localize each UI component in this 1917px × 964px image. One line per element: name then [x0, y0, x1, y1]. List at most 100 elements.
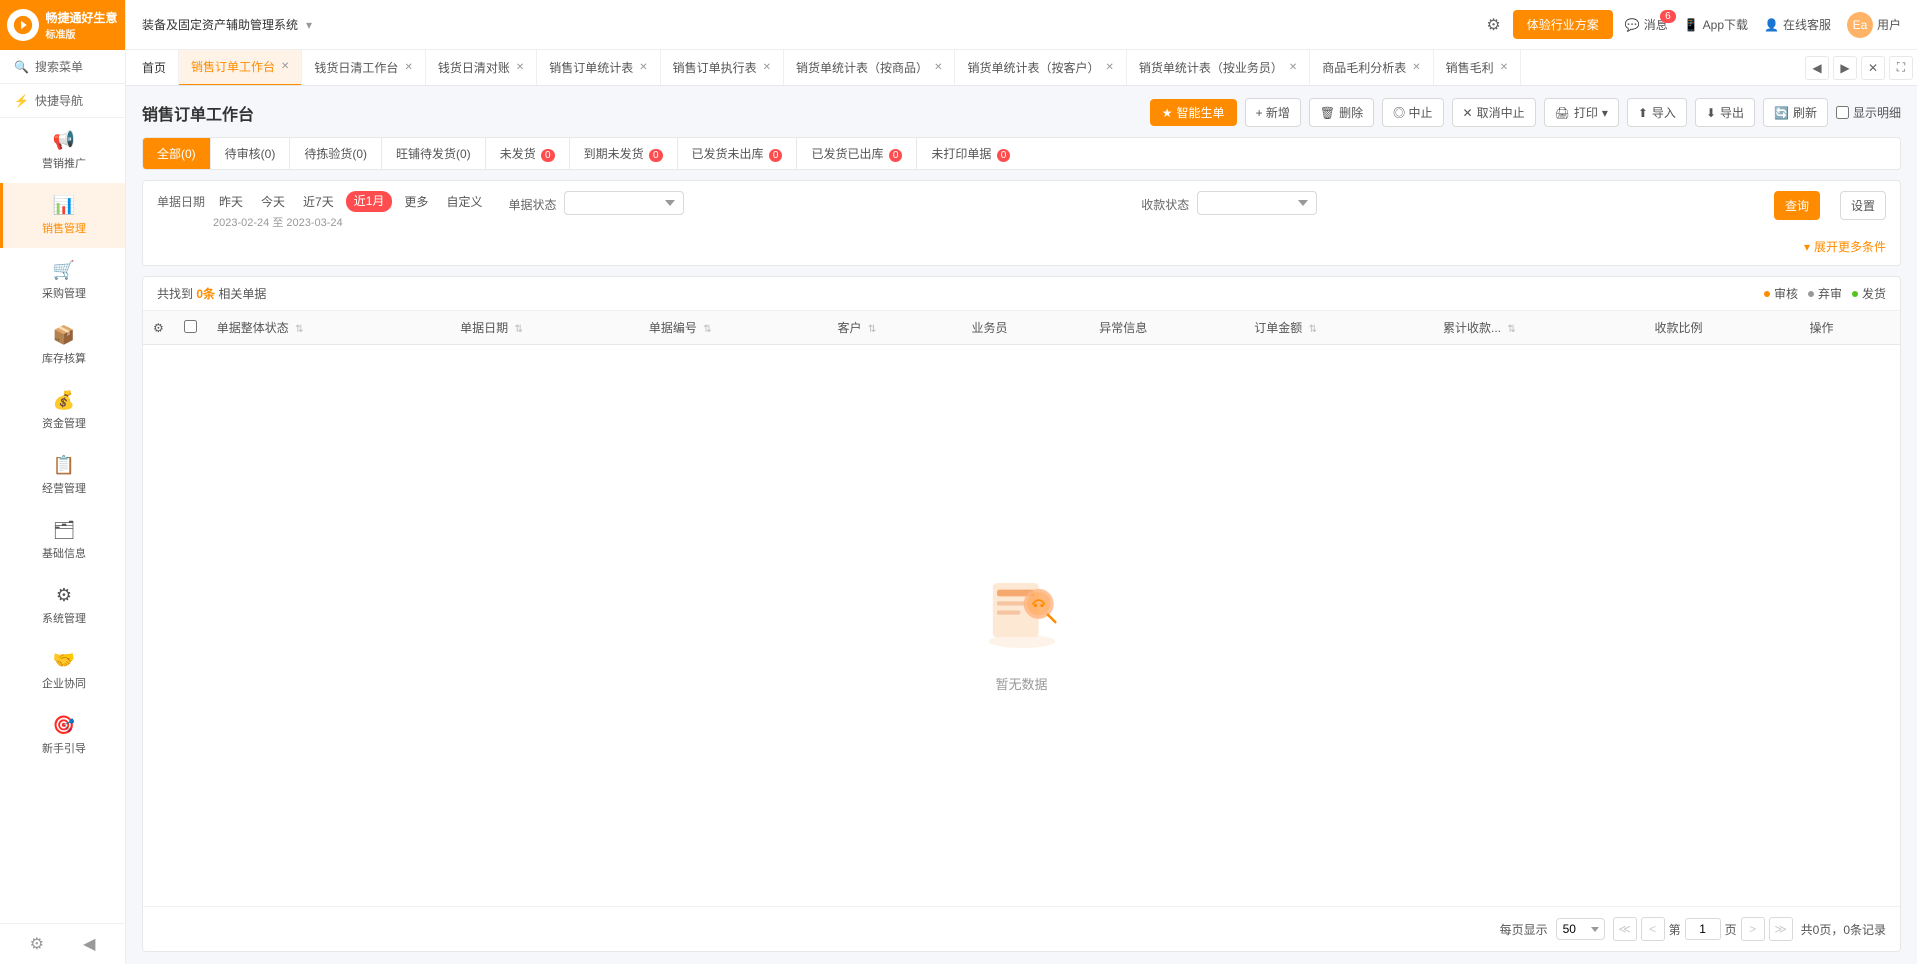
- show-detail-checkbox[interactable]: [1836, 106, 1849, 119]
- query-button[interactable]: 查询: [1774, 191, 1820, 220]
- header-settings-icon[interactable]: ⚙: [1486, 15, 1500, 35]
- sub-tab-pending-inspection[interactable]: 待拣验货(0): [290, 138, 382, 169]
- cancel-stop-button[interactable]: ✕ 取消中止: [1452, 98, 1536, 127]
- pagination-prev-button[interactable]: <: [1641, 917, 1665, 941]
- smart-create-button[interactable]: ★ 智能生单: [1150, 99, 1237, 126]
- sidebar-search-item[interactable]: 🔍 搜索菜单: [0, 50, 125, 84]
- pagination-page-input[interactable]: [1685, 918, 1721, 940]
- show-detail-checkbox-label[interactable]: 显示明细: [1836, 104, 1901, 121]
- filter-option-yesterday[interactable]: 昨天: [213, 191, 249, 212]
- online-service-button[interactable]: 👤 在线客服: [1764, 16, 1831, 33]
- tab-summary-product[interactable]: 销货单统计表（按商品） ✕: [784, 50, 955, 86]
- tab-close-summary-customer[interactable]: ✕: [1105, 62, 1113, 73]
- sidebar-item-finance[interactable]: 💰 资金管理: [0, 378, 125, 443]
- tab-summary-staff[interactable]: 销货单统计表（按业务员） ✕: [1127, 50, 1310, 86]
- sidebar-item-basic[interactable]: 🗂 基础信息: [0, 508, 125, 573]
- delete-button[interactable]: 🗑 删除: [1309, 98, 1374, 127]
- sort-date-icon[interactable]: ⇅: [515, 324, 523, 335]
- sub-tab-shipped-warehoused[interactable]: 已发货已出库 0: [797, 138, 917, 169]
- tab-home[interactable]: 首页: [130, 50, 179, 86]
- settings-filter-button[interactable]: 设置: [1840, 191, 1886, 220]
- filter-option-7days[interactable]: 近7天: [297, 191, 340, 212]
- tab-scroll-right-button[interactable]: ▶: [1833, 56, 1857, 80]
- filter-option-custom[interactable]: 自定义: [440, 191, 488, 212]
- expand-more-button[interactable]: ▾ 展开更多条件: [1804, 238, 1886, 255]
- filter-option-1month[interactable]: 近1月: [346, 191, 393, 212]
- tab-overflow-controls: ◀ ▶ ✕ ⛶: [1805, 56, 1913, 80]
- filter-status-select[interactable]: [564, 191, 684, 215]
- sub-tab-not-shipped[interactable]: 未发货 0: [486, 138, 570, 169]
- sidebar-item-purchase[interactable]: 🛒 采购管理: [0, 248, 125, 313]
- sidebar-settings-button[interactable]: ⚙: [30, 934, 44, 954]
- tab-maximize-button[interactable]: ⛶: [1889, 56, 1913, 80]
- sub-tab-pending-review[interactable]: 待审核(0): [211, 138, 291, 169]
- tab-close-summary-product[interactable]: ✕: [934, 62, 942, 73]
- tab-summary-customer-label: 销货单统计表（按客户）: [967, 59, 1099, 76]
- tab-cash-clear[interactable]: 钱货日清工作台 ✕: [302, 50, 425, 86]
- stop-button[interactable]: ◎ 中止: [1382, 98, 1443, 127]
- per-page-select[interactable]: 50 20 100 200: [1556, 918, 1605, 940]
- tab-sales-stats[interactable]: 销售订单统计表 ✕: [537, 50, 660, 86]
- export-button[interactable]: ⬇ 导出: [1695, 98, 1755, 127]
- filter-option-more[interactable]: 更多: [398, 191, 434, 212]
- tab-close-cash-clear[interactable]: ✕: [404, 62, 412, 73]
- pagination-next-button[interactable]: >: [1741, 917, 1765, 941]
- tab-margin[interactable]: 商品毛利分析表 ✕: [1310, 50, 1433, 86]
- sidebar-quick-nav[interactable]: ⚡ 快捷导航: [0, 84, 125, 118]
- pagination-first-button[interactable]: ≪: [1613, 917, 1637, 941]
- tab-sales-workbench[interactable]: 销售订单工作台 ✕: [179, 50, 302, 86]
- sort-status-icon[interactable]: ⇅: [295, 324, 303, 335]
- tab-close-all-button[interactable]: ✕: [1861, 56, 1885, 80]
- sidebar-item-system[interactable]: ⚙ 系统管理: [0, 573, 125, 638]
- add-button[interactable]: + 新增: [1245, 98, 1301, 127]
- sort-number-icon[interactable]: ⇅: [703, 324, 711, 335]
- operations-icon: 📋: [53, 455, 75, 476]
- filter-option-today[interactable]: 今天: [255, 191, 291, 212]
- tab-sales-more[interactable]: 销售毛利 ✕: [1434, 50, 1521, 86]
- sidebar-item-guide[interactable]: 🎯 新手引导: [0, 703, 125, 768]
- col-settings[interactable]: ⚙: [143, 311, 174, 345]
- col-checkbox[interactable]: [174, 311, 207, 345]
- tab-close-sales-more[interactable]: ✕: [1500, 62, 1508, 73]
- sidebar-item-inventory[interactable]: 📦 库存核算: [0, 313, 125, 378]
- tab-close-sales-stats[interactable]: ✕: [639, 62, 647, 73]
- sub-tab-all[interactable]: 全部(0): [143, 138, 211, 169]
- filter-payment-select[interactable]: [1197, 191, 1317, 215]
- system-title-dropdown-icon[interactable]: ▾: [306, 18, 312, 32]
- sort-amount-icon[interactable]: ⇅: [1309, 324, 1317, 335]
- sub-tab-overdue-not-shipped[interactable]: 到期未发货 0: [570, 138, 678, 169]
- tab-close-summary-staff[interactable]: ✕: [1289, 62, 1297, 73]
- select-all-checkbox[interactable]: [184, 320, 197, 333]
- import-button[interactable]: ⬆ 导入: [1627, 98, 1687, 127]
- print-button[interactable]: 🖨 打印 ▾: [1544, 98, 1619, 127]
- sidebar-item-operations[interactable]: 📋 经营管理: [0, 443, 125, 508]
- export-icon: ⬇: [1706, 106, 1716, 120]
- tab-summary-customer[interactable]: 销货单统计表（按客户） ✕: [955, 50, 1126, 86]
- cancel-review-action-button[interactable]: 弃审: [1808, 285, 1842, 302]
- refresh-button[interactable]: 🔄 刷新: [1763, 98, 1828, 127]
- industry-solution-button[interactable]: 体验行业方案: [1513, 10, 1613, 39]
- app-download-button[interactable]: 📱 App下载: [1684, 16, 1748, 33]
- tab-close-sales-exec[interactable]: ✕: [763, 62, 771, 73]
- message-button[interactable]: 💬 💬 6 消息: [1625, 16, 1668, 33]
- sidebar-item-cooperation[interactable]: 🤝 企业协同: [0, 638, 125, 703]
- user-menu-button[interactable]: Ea 用户: [1847, 12, 1901, 38]
- sub-tab-shipped-not-warehouse[interactable]: 已发货未出库 0: [678, 138, 798, 169]
- sidebar-collapse-button[interactable]: ◀: [83, 934, 95, 954]
- tab-cash-ledger[interactable]: 钱货日清对账 ✕: [426, 50, 537, 86]
- purchase-icon: 🛒: [53, 260, 75, 281]
- tab-close-sales-workbench[interactable]: ✕: [281, 61, 289, 72]
- sort-customer-icon[interactable]: ⇅: [868, 324, 876, 335]
- sub-tab-wangpu[interactable]: 旺铺待发货(0): [382, 138, 486, 169]
- sort-collected-icon[interactable]: ⇅: [1507, 324, 1515, 335]
- sidebar-item-marketing[interactable]: 📢 营销推广: [0, 118, 125, 183]
- tab-sales-exec[interactable]: 销售订单执行表 ✕: [661, 50, 784, 86]
- ship-action-button[interactable]: 发货: [1852, 285, 1886, 302]
- sub-tab-not-printed[interactable]: 未打印单据 0: [917, 138, 1024, 169]
- pagination-last-button[interactable]: ≫: [1769, 917, 1793, 941]
- tab-close-margin[interactable]: ✕: [1412, 62, 1420, 73]
- tab-close-cash-ledger[interactable]: ✕: [516, 62, 524, 73]
- tab-scroll-left-button[interactable]: ◀: [1805, 56, 1829, 80]
- sidebar-item-sales[interactable]: 📊 销售管理: [0, 183, 125, 248]
- review-action-button[interactable]: 审核: [1764, 285, 1798, 302]
